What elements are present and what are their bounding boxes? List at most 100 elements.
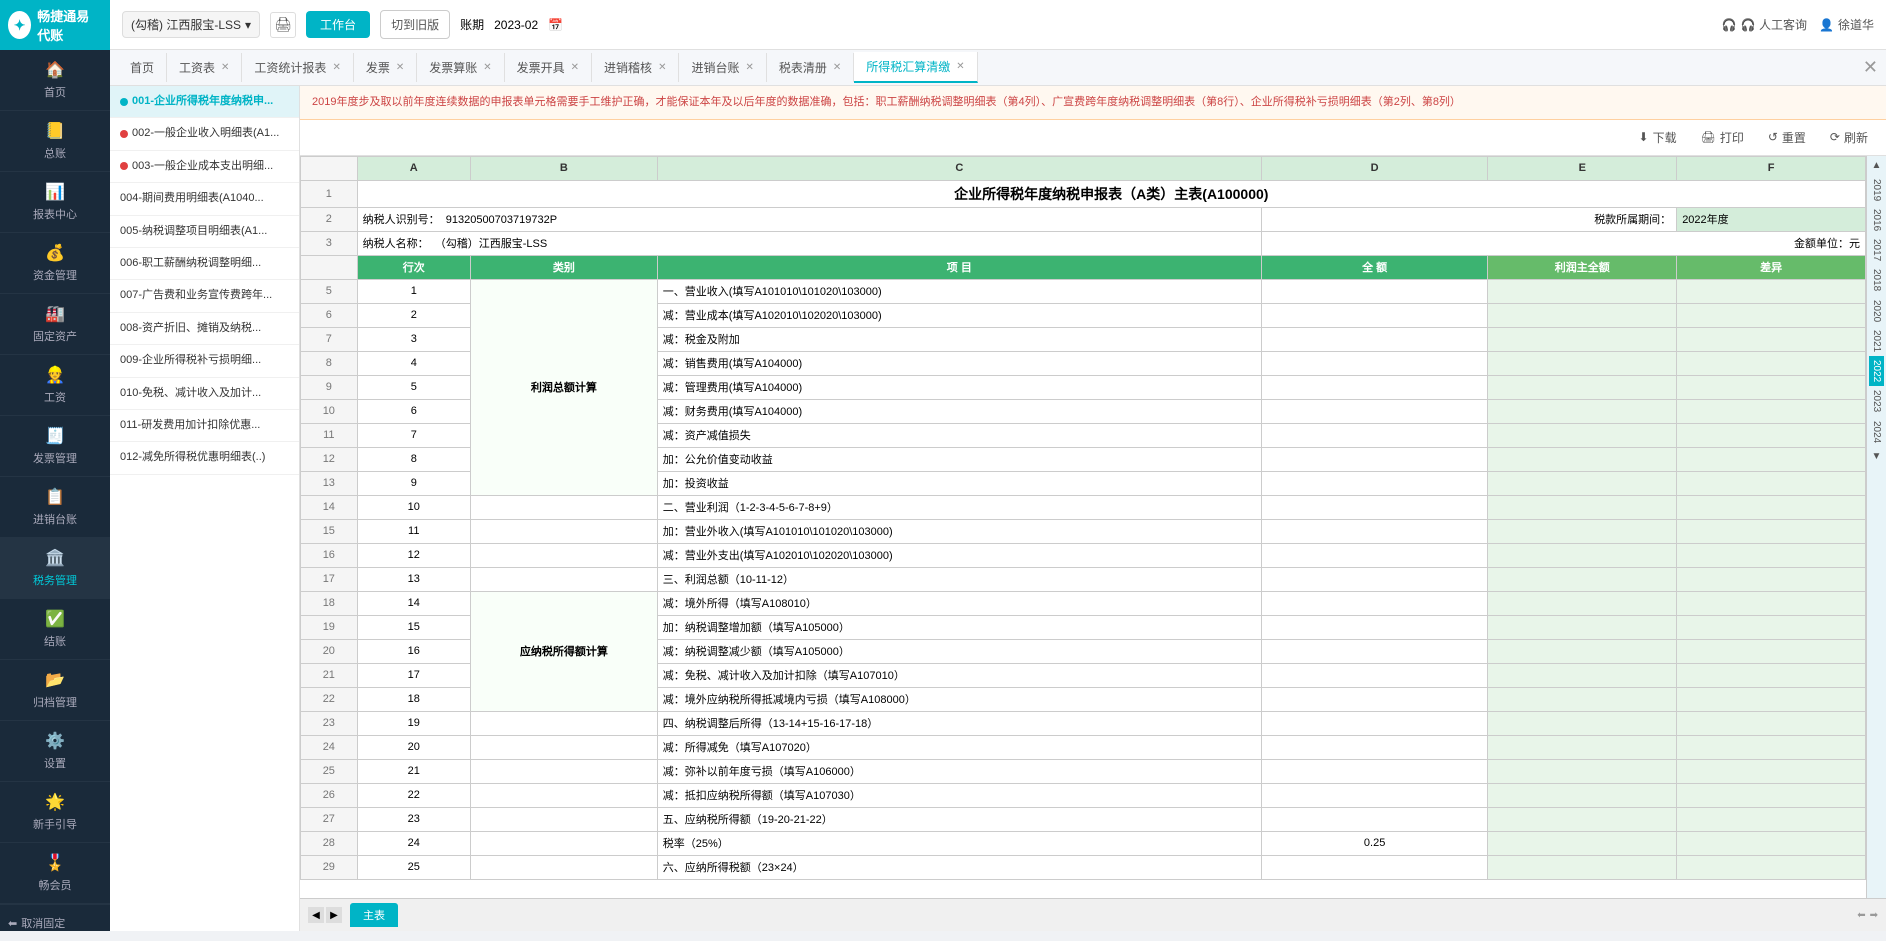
sidebar-item-归档管理[interactable]: 📂归档管理	[0, 660, 110, 721]
company-name: (勾稽) 江西服宝-LSS	[131, 16, 241, 33]
tax-list-item-005[interactable]: 005-纳税调整项目明细表(A1...	[110, 216, 299, 248]
tab-close-icon[interactable]: ✕	[571, 62, 579, 73]
print-icon[interactable]: 🖨	[270, 12, 296, 38]
year-panel: ▲ 201920162017201820202021202220232024 ▼	[1866, 156, 1886, 899]
tab-工资表[interactable]: 工资表✕	[167, 53, 242, 82]
right-panel: 2019年度步及取以前年度连续数据的申报表单元格需要手工维护正确，才能保证本年及…	[300, 86, 1886, 931]
table-row: 26 22 减：抵扣应纳税所得额（填写A107030）	[301, 783, 1866, 807]
tax-list-item-007[interactable]: 007-广告费和业务宣传费跨年...	[110, 280, 299, 312]
table-row: 17 13 三、利润总额（10-11-12）	[301, 567, 1866, 591]
switch-version-button[interactable]: 切到旧版	[380, 10, 450, 39]
app-name: 畅捷通易代账	[37, 6, 102, 44]
tab-close-icon[interactable]: ✕	[221, 62, 229, 73]
tabs-bar: 首页工资表✕工资统计报表✕发票✕发票算账✕发票开具✕进销稽核✕进销台账✕税表清册…	[110, 50, 1886, 86]
sidebar-item-首页[interactable]: 🏠首页	[0, 50, 110, 111]
tab-close-icon[interactable]: ✕	[483, 62, 491, 73]
year-panel-title: ▲	[1870, 156, 1884, 175]
sheet-tab-主表[interactable]: 主表	[350, 903, 398, 927]
period-value: 2023-02	[494, 18, 538, 32]
spreadsheet-area[interactable]: A B C D E F 1企业所得税年度纳税申报表（A类）主表(A100000)…	[300, 156, 1866, 899]
tax-list-item-002[interactable]: 002-一般企业收入明细表(A1...	[110, 118, 299, 150]
tax-list-panel: 001-企业所得税年度纳税申...002-一般企业收入明细表(A1...003-…	[110, 86, 300, 931]
table-row: 14 10 二、营业利润（1-2-3-4-5-6-7-8+9）	[301, 495, 1866, 519]
col-letter-row: A B C D E F	[301, 156, 1866, 180]
year-label-2021[interactable]: 2021	[1869, 326, 1884, 356]
user-avatar[interactable]: 👤 徐道华	[1819, 16, 1874, 33]
sidebar-item-设置[interactable]: ⚙️设置	[0, 721, 110, 782]
sidebar-item-固定资产[interactable]: 🏭固定资产	[0, 294, 110, 355]
refresh-button[interactable]: ⟳ 刷新	[1824, 126, 1874, 149]
table-row: 16 12 减：营业外支出(填写A102010\102020\103000)	[301, 543, 1866, 567]
sidebar-item-畅会员[interactable]: 🎖️畅会员	[0, 843, 110, 904]
download-button[interactable]: ⬇ 下载	[1633, 126, 1683, 149]
tab-close-icon[interactable]: ✕	[332, 62, 340, 73]
sidebar-item-工资[interactable]: 👷工资	[0, 355, 110, 416]
tab-进销稽核[interactable]: 进销稽核✕	[592, 53, 679, 82]
tab-发票[interactable]: 发票✕	[354, 53, 417, 82]
customer-service-btn[interactable]: 🎧 🎧 人工客询	[1722, 16, 1807, 33]
tab-close-icon[interactable]: ✕	[833, 62, 841, 73]
sidebar-item-进销台账[interactable]: 📋进销台账	[0, 477, 110, 538]
cancel-icon: ⬅	[8, 917, 17, 930]
tax-list-item-009[interactable]: 009-企业所得税补亏损明细...	[110, 345, 299, 377]
tax-list-item-006[interactable]: 006-职工薪酬纳税调整明细...	[110, 248, 299, 280]
sheet-nav-right[interactable]: ▶	[326, 907, 342, 923]
year-label-2024[interactable]: 2024	[1869, 417, 1884, 447]
year-label-2018[interactable]: 2018	[1869, 265, 1884, 295]
year-label-2020[interactable]: 2020	[1869, 296, 1884, 326]
sheet-nav-left[interactable]: ◀	[308, 907, 324, 923]
tax-list-item-012[interactable]: 012-减免所得税优惠明细表(..)	[110, 442, 299, 474]
headset-icon: 🎧	[1722, 18, 1737, 32]
print-button[interactable]: 🖨 打印	[1695, 126, 1750, 149]
main-table: A B C D E F 1企业所得税年度纳税申报表（A类）主表(A100000)…	[300, 156, 1866, 880]
company-selector[interactable]: (勾稽) 江西服宝-LSS ▾	[122, 11, 260, 38]
tax-list-item-004[interactable]: 004-期间费用明细表(A1040...	[110, 183, 299, 215]
cancel-fixed-btn[interactable]: ⬅ 取消固定	[0, 904, 110, 941]
tab-所得税汇算清缴[interactable]: 所得税汇算清缴✕	[854, 52, 977, 83]
table-row: 23 19 四、纳税调整后所得（13-14+15-16-17-18）	[301, 711, 1866, 735]
tab-发票算账[interactable]: 发票算账✕	[417, 53, 504, 82]
table-row: 5 1 利润总额计算 一、营业收入(填写A101010\101020\10300…	[301, 279, 1866, 303]
sidebar: ✦ 畅捷通易代账 🏠首页📒总账📊报表中心💰资金管理🏭固定资产👷工资🧾发票管理📋进…	[0, 0, 110, 931]
person-icon: 👤	[1819, 18, 1834, 32]
year-label-2022[interactable]: 2022	[1869, 356, 1884, 386]
sidebar-item-发票管理[interactable]: 🧾发票管理	[0, 416, 110, 477]
sidebar-item-报表中心[interactable]: 📊报表中心	[0, 172, 110, 233]
sidebar-item-新手引导[interactable]: 🌟新手引导	[0, 782, 110, 843]
work-mode-button[interactable]: 工作台	[306, 11, 370, 38]
sidebar-item-资金管理[interactable]: 💰资金管理	[0, 233, 110, 294]
sidebar-item-结账[interactable]: ✅结账	[0, 599, 110, 660]
tab-发票开具[interactable]: 发票开具✕	[505, 53, 592, 82]
sheet-nav: ◀ ▶	[308, 907, 342, 923]
tax-list-item-008[interactable]: 008-资产折旧、摊销及纳税...	[110, 313, 299, 345]
tab-close-icon[interactable]: ✕	[956, 61, 964, 72]
tab-税表清册[interactable]: 税表清册✕	[767, 53, 854, 82]
tab-进销台账[interactable]: 进销台账✕	[679, 53, 766, 82]
info-row-3: 3 纳税人名称： （勾稽）江西服宝-LSS 金额单位：元	[301, 231, 1866, 255]
scroll-controls: ⬅ ➡	[1857, 910, 1878, 921]
warning-text: 2019年度步及取以前年度连续数据的申报表单元格需要手工维护正确，才能保证本年及…	[312, 96, 1461, 108]
tax-list-item-003[interactable]: 003-一般企业成本支出明细...	[110, 151, 299, 183]
app-logo: ✦ 畅捷通易代账	[0, 0, 110, 50]
close-window-icon[interactable]: ✕	[1863, 57, 1878, 78]
reset-icon: ↺	[1768, 130, 1778, 144]
year-label-2016[interactable]: 2016	[1869, 205, 1884, 235]
table-row: 25 21 减：弥补以前年度亏损（填写A106000）	[301, 759, 1866, 783]
table-row: 18 14 应纳税所得额计算 减：境外所得（填写A108010）	[301, 591, 1866, 615]
tax-list-item-001[interactable]: 001-企业所得税年度纳税申...	[110, 86, 299, 118]
tax-list-item-010[interactable]: 010-免税、减计收入及加计...	[110, 378, 299, 410]
tab-工资统计报表[interactable]: 工资统计报表✕	[242, 53, 353, 82]
tab-close-icon[interactable]: ✕	[396, 62, 404, 73]
year-label-2017[interactable]: 2017	[1869, 235, 1884, 265]
table-row: 27 23 五、应纳税所得额（19-20-21-22）	[301, 807, 1866, 831]
tab-close-icon[interactable]: ✕	[745, 62, 753, 73]
sidebar-item-总账[interactable]: 📒总账	[0, 111, 110, 172]
tab-close-icon[interactable]: ✕	[658, 62, 666, 73]
reset-button[interactable]: ↺ 重置	[1762, 126, 1812, 149]
info-row-2: 2 纳税人识别号： 91320500703719732P 税款所属期间： 202…	[301, 207, 1866, 231]
year-label-2023[interactable]: 2023	[1869, 386, 1884, 416]
tab-首页[interactable]: 首页	[118, 53, 167, 82]
year-label-2019[interactable]: 2019	[1869, 175, 1884, 205]
sidebar-item-税务管理[interactable]: 🏛️税务管理	[0, 538, 110, 599]
tax-list-item-011[interactable]: 011-研发费用加计扣除优惠...	[110, 410, 299, 442]
